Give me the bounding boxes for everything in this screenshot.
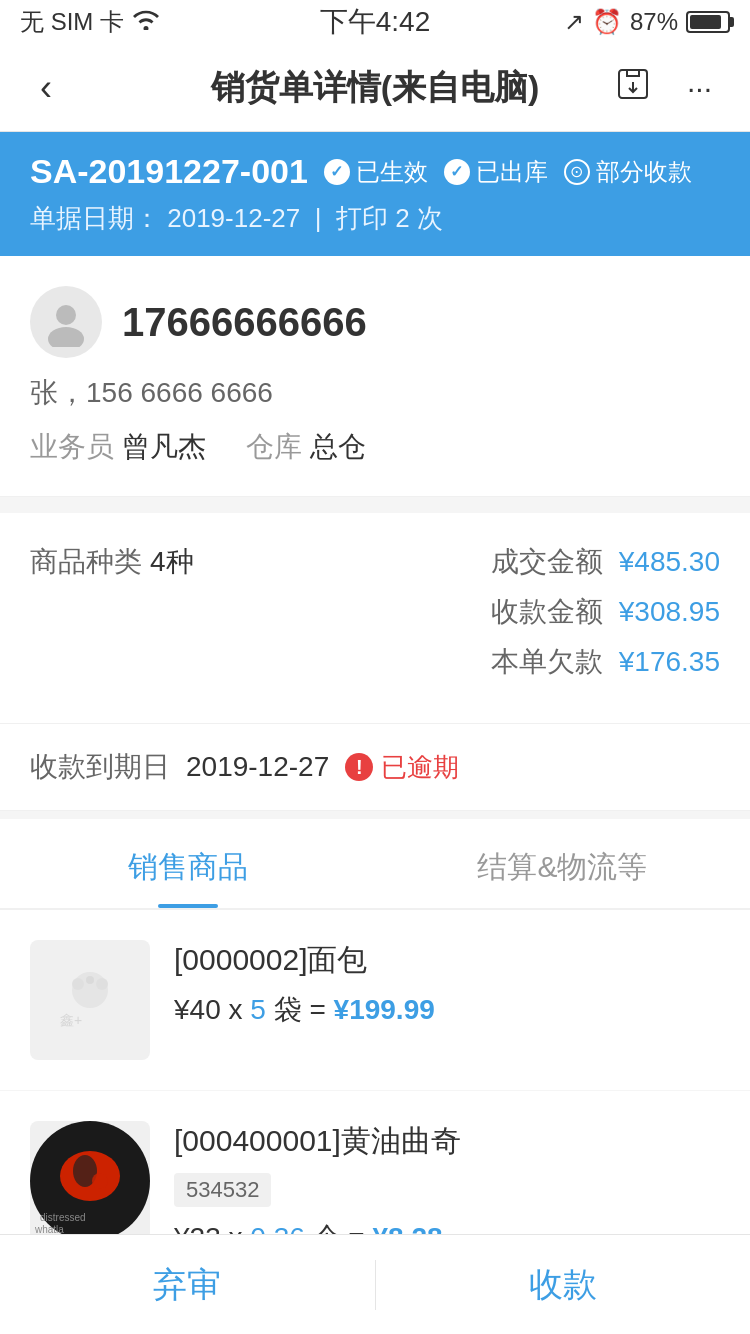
customer-card: 17666666666 张，156 6666 6666 业务员 曾凡杰 仓库 总… [0,256,750,497]
status-shipped: ✓ 已出库 [444,156,548,188]
product-type-label: 商品种类 [30,543,142,581]
tabs-row: 销售商品 结算&物流等 [0,819,750,908]
wifi-icon [132,8,160,36]
alarm-icon: ⏰ [592,8,622,36]
collected-amount: ¥308.95 [619,596,720,628]
svg-text:鑫+: 鑫+ [60,1012,82,1028]
svg-point-6 [86,976,94,984]
check-icon-1: ✓ [324,159,350,185]
deal-amount-label: 成交金额 [491,543,603,581]
debt-label: 本单欠款 [491,643,603,681]
svg-point-2 [48,327,84,347]
summary-section: 商品种类 4种 成交金额 ¥485.30 收款金额 ¥308.95 本单欠款 ¥… [0,513,750,724]
more-button[interactable]: ··· [679,63,720,113]
customer-meta: 业务员 曾凡杰 仓库 总仓 [30,428,720,466]
tabs-section: 销售商品 结算&物流等 [0,819,750,910]
check-icon-2: ✓ [444,159,470,185]
product-price-1: ¥40 x 5 袋 = ¥199.99 [174,991,720,1029]
status-partial: ⊙ 部分收款 [564,156,692,188]
page-title: 销货单详情(来自电脑) [211,65,540,111]
svg-text:distressed: distressed [40,1212,86,1223]
warehouse-value: 总仓 [310,428,366,466]
summary-right: 成交金额 ¥485.30 收款金额 ¥308.95 本单欠款 ¥176.35 [375,543,720,693]
divider-2 [0,811,750,819]
product-count: 4种 [150,543,194,581]
table-row: 鑫+ [0000002]面包 ¥40 x 5 袋 = ¥199.99 [0,910,750,1091]
nav-bar: ‹ 销货单详情(来自电脑) ··· [0,44,750,132]
overdue-text: 已逾期 [381,750,459,785]
sales-label: 业务员 [30,428,114,466]
cancel-review-button[interactable]: 弃审 [0,1242,375,1328]
bottom-bar: 弃审 收款 [0,1234,750,1334]
svg-point-11 [92,1173,108,1189]
collected-label: 收款金额 [491,593,603,631]
status-bar-time: 下午4:42 [320,3,431,41]
order-id: SA-20191227-001 [30,152,308,191]
status-bar-left: 无 SIM 卡 [20,6,160,38]
export-button[interactable] [607,58,659,117]
svg-point-4 [72,978,84,990]
product-qty-1: 5 [250,994,266,1025]
summary-left: 商品种类 4种 [30,543,375,593]
tab-settlement[interactable]: 结算&物流等 [375,819,750,908]
status-active: ✓ 已生效 [324,156,428,188]
order-date-row: 单据日期： 2019-12-27 | 打印 2 次 [30,201,720,236]
battery-icon [686,11,730,33]
overdue-badge: ! 已逾期 [345,750,459,785]
collect-button[interactable]: 收款 [376,1242,751,1328]
clock-icon: ⊙ [564,159,590,185]
back-button[interactable]: ‹ [30,57,62,119]
product-total-1: ¥199.99 [334,994,435,1025]
due-date-value: 2019-12-27 [186,751,329,783]
customer-name-phone: 张，156 6666 6666 [30,374,720,412]
debt-amount: ¥176.35 [619,646,720,678]
product-sku-2: 534532 [174,1173,271,1207]
product-list: 鑫+ [0000002]面包 ¥40 x 5 袋 = ¥199.99 distr [0,910,750,1288]
divider-1 [0,497,750,513]
header-banner: SA-20191227-001 ✓ 已生效 ✓ 已出库 ⊙ 部分收款 单据日期：… [0,132,750,256]
svg-point-5 [96,978,108,990]
sales-person: 曾凡杰 [122,428,206,466]
product-name-1: [0000002]面包 [174,940,720,981]
overdue-icon: ! [345,753,373,781]
product-name-2: [000400001]黄油曲奇 [174,1121,720,1162]
status-bar-right: ↗ ⏰ 87% [564,8,730,36]
product-info-1: [0000002]面包 ¥40 x 5 袋 = ¥199.99 [174,940,720,1029]
nav-actions: ··· [607,58,720,117]
avatar [30,286,102,358]
warehouse-label: 仓库 [246,428,302,466]
product-image-2: distressed whatla [30,1121,150,1241]
battery-text: 87% [630,8,678,36]
customer-phone: 17666666666 [122,300,367,345]
status-bar: 无 SIM 卡 下午4:42 ↗ ⏰ 87% [0,0,750,44]
svg-point-1 [56,305,76,325]
due-date-label: 收款到期日 [30,748,170,786]
due-date-section: 收款到期日 2019-12-27 ! 已逾期 [0,724,750,811]
deal-amount: ¥485.30 [619,546,720,578]
carrier-text: 无 SIM 卡 [20,6,124,38]
product-image-1: 鑫+ [30,940,150,1060]
tab-sales-products[interactable]: 销售商品 [0,819,375,908]
location-icon: ↗ [564,8,584,36]
